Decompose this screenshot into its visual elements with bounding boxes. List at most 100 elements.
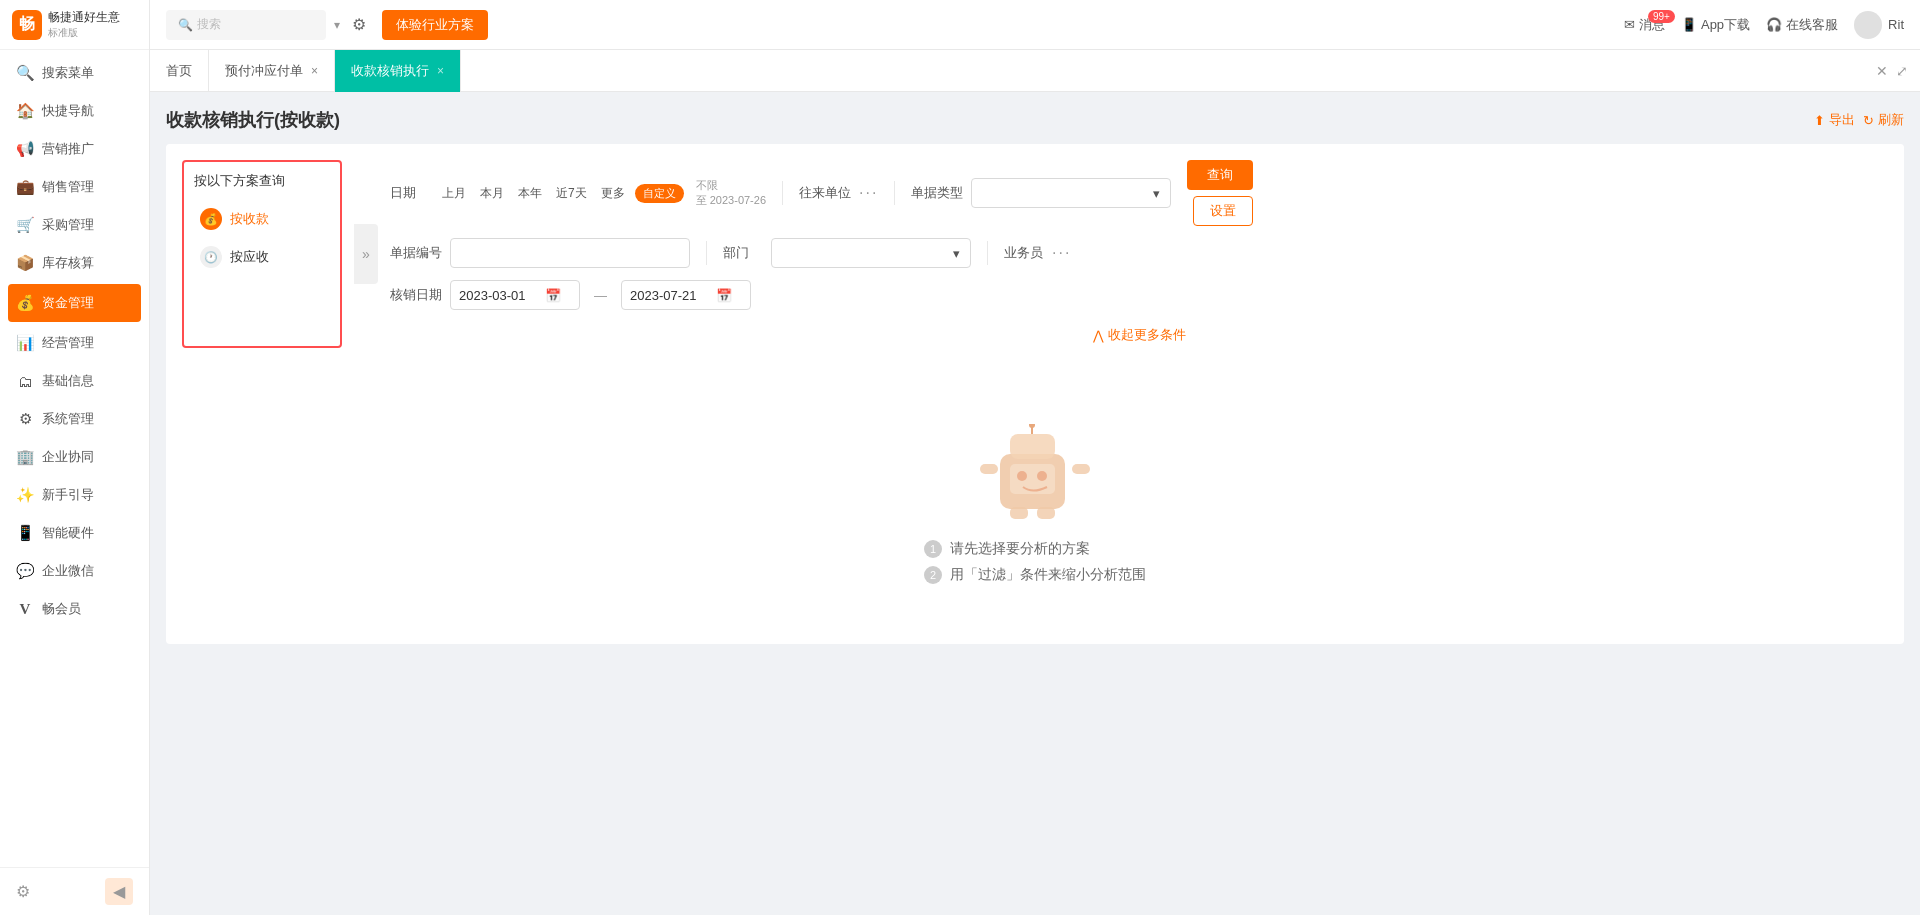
empty-illustration [975,424,1095,524]
logo-text: 畅捷通好生意 标准版 [48,10,120,39]
user-info[interactable]: Rit [1854,11,1904,39]
sidebar-item-wechat[interactable]: 💬 企业微信 [0,552,149,590]
hardware-icon: 📱 [16,524,34,542]
staff-more-btn[interactable]: ··· [1052,244,1071,262]
query-btn[interactable]: 查询 [1187,160,1253,190]
sidebar-item-basic-info[interactable]: 🗂 基础信息 [0,362,149,400]
download-icon: 📱 [1681,17,1697,32]
sidebar-item-sales[interactable]: 💼 销售管理 [0,168,149,206]
writeoff-date-start-box[interactable]: 2023-03-01 📅 [450,280,580,310]
filter-row-2: 单据编号 部门 ▾ 业务员 [390,238,1888,268]
main-content-wrapper: 按以下方案查询 💰 按收款 🕐 按应收 » [166,144,1904,644]
empty-robot-svg [975,424,1095,524]
sidebar-collapse-btn[interactable]: ◀ [105,878,133,905]
customer-service-btn[interactable]: 🎧 在线客服 [1766,16,1838,34]
sidebar-item-finance[interactable]: 💰 资金管理 [8,284,141,322]
sidebar-item-hardware[interactable]: 📱 智能硬件 [0,514,149,552]
collapse-more-btn[interactable]: ⋀ 收起更多条件 [390,322,1888,348]
tab-home[interactable]: 首页 [150,50,209,92]
industry-btn[interactable]: 体验行业方案 [382,10,488,40]
topbar: 🔍 搜索 ▾ ⚙ 体验行业方案 ✉ 消息 99+ 📱 App下载 🎧 在线客服 [150,0,1920,50]
hint-num-1: 1 [924,540,942,558]
tab-collection-close[interactable]: × [437,64,444,78]
sidebar-logo: 畅 畅捷通好生意 标准版 [0,0,149,50]
writeoff-date-end-input[interactable]: 2023-07-21 [630,288,710,303]
tab-prepay-offset[interactable]: 预付冲应付单 × [209,50,335,92]
filter-scheme-panel: 按以下方案查询 💰 按收款 🕐 按应收 [182,160,342,348]
by-collection-icon: 💰 [200,208,222,230]
divider-1 [782,181,783,205]
refresh-icon: ↻ [1863,113,1874,128]
end-cal-icon[interactable]: 📅 [716,288,732,303]
sidebar-nav: 🔍 搜索菜单 🏠 快捷导航 📢 营销推广 💼 销售管理 🛒 采购管理 📦 库存核… [0,50,149,867]
settings-btn[interactable]: 设置 [1193,196,1253,226]
doc-number-field: 单据编号 [390,238,690,268]
divider-3 [706,241,707,265]
sidebar-item-search-menu[interactable]: 🔍 搜索菜单 [0,54,149,92]
tab-expand-btn[interactable]: ⤢ [1896,63,1908,79]
doc-type-dropdown-icon: ▾ [1153,186,1160,201]
staff-field: 业务员 ··· [1004,244,1071,262]
sidebar-item-operations[interactable]: 📊 经营管理 [0,324,149,362]
tab-home-label: 首页 [166,62,192,80]
sidebar: 畅 畅捷通好生意 标准版 🔍 搜索菜单 🏠 快捷导航 📢 营销推广 💼 销售管理… [0,0,150,915]
divider-4 [987,241,988,265]
writeoff-date-end-box[interactable]: 2023-07-21 📅 [621,280,751,310]
sidebar-item-marketing[interactable]: 📢 营销推广 [0,130,149,168]
tab-prepay-close[interactable]: × [311,64,318,78]
svg-point-2 [1017,471,1027,481]
user-name: Rit [1888,17,1904,32]
date-custom[interactable]: 自定义 [635,184,684,203]
date-this-month[interactable]: 本月 [476,183,508,204]
counterparty-more-btn[interactable]: ··· [859,184,878,202]
doc-number-label: 单据编号 [390,244,442,262]
svg-rect-10 [1037,507,1055,519]
sidebar-item-inventory[interactable]: 📦 库存核算 [0,244,149,282]
topbar-dropdown-arrow[interactable]: ▾ [334,18,340,32]
guide-icon: ✨ [16,486,34,504]
start-cal-icon[interactable]: 📅 [545,288,561,303]
writeoff-date-field: 核销日期 2023-03-01 📅 — 2023-07-21 📅 [390,280,751,310]
message-btn[interactable]: ✉ 消息 99+ [1624,16,1665,34]
dept-field: 部门 ▾ [723,238,971,268]
date-last-month[interactable]: 上月 [438,183,470,204]
sidebar-item-enterprise[interactable]: 🏢 企业协同 [0,438,149,476]
date-more[interactable]: 更多 [597,183,629,204]
writeoff-date-start-input[interactable]: 2023-03-01 [459,288,539,303]
topbar-left: 🔍 搜索 ▾ ⚙ 体验行业方案 [166,10,1624,40]
topbar-search-box[interactable]: 🔍 搜索 [166,10,326,40]
export-btn[interactable]: ⬆ 导出 [1814,111,1855,129]
filter-option-by-receivable[interactable]: 🕐 按应收 [194,238,330,276]
sidebar-item-system[interactable]: ⚙ 系统管理 [0,400,149,438]
dept-select[interactable]: ▾ [771,238,971,268]
date-shortcuts: 上月 本月 本年 近7天 更多 自定义 [438,183,684,204]
filter-option-by-collection[interactable]: 💰 按收款 [194,200,330,238]
tab-close-btn[interactable]: ✕ [1876,63,1888,79]
doc-type-select[interactable]: ▾ [971,178,1171,208]
doc-number-input[interactable] [450,238,690,268]
empty-hint-1: 1 请先选择要分析的方案 [924,540,1146,558]
service-icon: 🎧 [1766,17,1782,32]
date-7days[interactable]: 近7天 [552,183,591,204]
topbar-gear-icon[interactable]: ⚙ [352,15,366,34]
sidebar-item-purchase[interactable]: 🛒 采购管理 [0,206,149,244]
tabbar: 首页 预付冲应付单 × 收款核销执行 × ✕ ⤢ [150,50,1920,92]
tab-collection-label: 收款核销执行 [351,62,429,80]
app-download-btn[interactable]: 📱 App下载 [1681,16,1750,34]
sidebar-item-quick-nav[interactable]: 🏠 快捷导航 [0,92,149,130]
counterparty-field: 往来单位 ··· [799,184,878,202]
date-this-year[interactable]: 本年 [514,183,546,204]
sidebar-bottom: ⚙ ◀ [0,867,149,915]
sidebar-item-vip[interactable]: V 畅会员 [0,590,149,628]
system-icon: ⚙ [16,410,34,428]
message-icon: ✉ [1624,17,1635,32]
tab-collection-offset[interactable]: 收款核销执行 × [335,50,461,92]
sidebar-item-guide[interactable]: ✨ 新手引导 [0,476,149,514]
sidebar-settings-icon[interactable]: ⚙ [16,882,30,901]
refresh-btn[interactable]: ↻ 刷新 [1863,111,1904,129]
filter-collapse-btn[interactable]: » [354,224,378,284]
main: 🔍 搜索 ▾ ⚙ 体验行业方案 ✉ 消息 99+ 📱 App下载 🎧 在线客服 [150,0,1920,915]
content-area: 收款核销执行(按收款) ⬆ 导出 ↻ 刷新 按以下方案查询 💰 [150,92,1920,915]
svg-point-3 [1037,471,1047,481]
marketing-icon: 📢 [16,140,34,158]
